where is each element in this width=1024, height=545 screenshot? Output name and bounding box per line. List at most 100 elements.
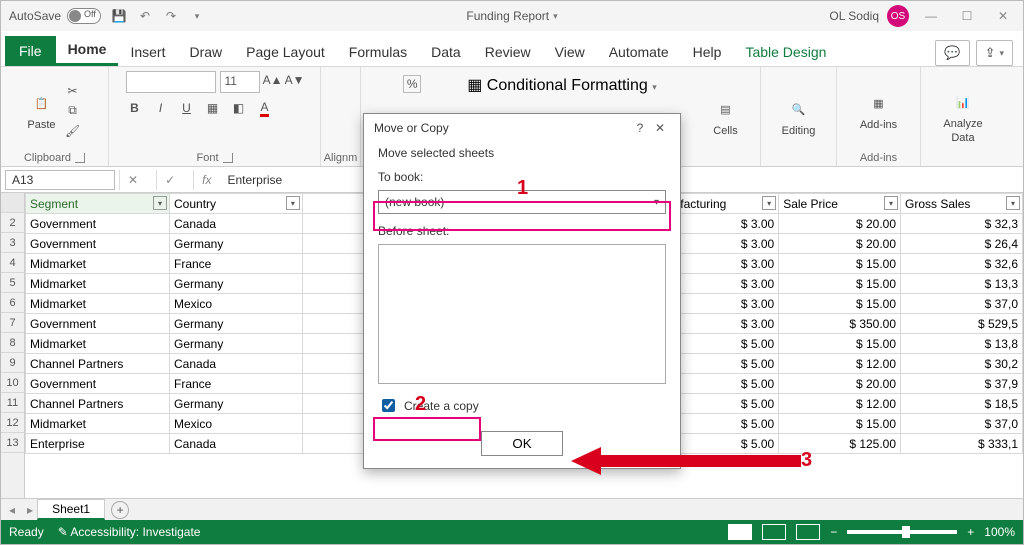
cell[interactable]: Channel Partners [26, 394, 170, 414]
copy-icon[interactable]: ⧉ [64, 102, 82, 120]
cell[interactable]: $ 18,5 [901, 394, 1023, 414]
tab-file[interactable]: File [5, 36, 56, 66]
filter-icon[interactable]: ▾ [762, 196, 776, 210]
share-button[interactable]: ⇪ ▾ [976, 40, 1013, 66]
increase-font-icon[interactable]: A▲ [264, 71, 282, 89]
cell[interactable]: Channel Partners [26, 354, 170, 374]
save-icon[interactable]: 💾 [111, 8, 127, 24]
paste-button[interactable]: 📋 Paste [27, 91, 55, 131]
sheet-tab[interactable]: Sheet1 [37, 499, 105, 520]
row-header[interactable]: 4 [1, 253, 24, 273]
toggle-switch[interactable]: Off [67, 8, 101, 24]
cell[interactable]: $ 12.00 [779, 394, 901, 414]
dialog-help-icon[interactable]: ? [630, 121, 650, 135]
tab-draw[interactable]: Draw [177, 38, 234, 66]
cell[interactable]: $ 32,6 [901, 254, 1023, 274]
create-copy-input[interactable] [382, 399, 395, 412]
user-avatar[interactable]: OS [887, 5, 909, 27]
to-book-select[interactable]: (new book) ▾ [378, 190, 666, 214]
view-layout-icon[interactable] [762, 524, 786, 540]
maximize-icon[interactable]: ☐ [953, 5, 981, 27]
row-header[interactable]: 3 [1, 233, 24, 253]
font-name-select[interactable] [126, 71, 216, 93]
undo-icon[interactable]: ↶ [137, 8, 153, 24]
view-break-icon[interactable] [796, 524, 820, 540]
cell[interactable] [302, 414, 368, 434]
row-header[interactable]: 7 [1, 313, 24, 333]
cell[interactable] [302, 274, 368, 294]
filter-icon[interactable]: ▾ [286, 196, 300, 210]
font-size-select[interactable]: 11 [220, 71, 260, 93]
cell[interactable]: $ 20.00 [779, 374, 901, 394]
filter-icon[interactable]: ▾ [1006, 196, 1020, 210]
cell[interactable]: Canada [170, 354, 303, 374]
cell[interactable]: Germany [170, 314, 303, 334]
cell[interactable] [302, 334, 368, 354]
cell[interactable]: $ 37,0 [901, 294, 1023, 314]
tab-data[interactable]: Data [419, 38, 473, 66]
border-icon[interactable]: ▦ [204, 99, 222, 117]
cut-icon[interactable]: ✂ [64, 82, 82, 100]
cell[interactable] [302, 434, 368, 454]
filter-icon[interactable]: ▾ [153, 196, 167, 210]
close-icon[interactable]: ✕ [989, 5, 1017, 27]
cell[interactable]: $ 20.00 [779, 234, 901, 254]
row-header[interactable]: 12 [1, 413, 24, 433]
cell[interactable]: $ 15.00 [779, 254, 901, 274]
column-header[interactable]: Sale Price▾ [779, 194, 901, 214]
cell[interactable]: Enterprise [26, 434, 170, 454]
row-header[interactable]: 6 [1, 293, 24, 313]
cell[interactable]: $ 26,4 [901, 234, 1023, 254]
add-sheet-button[interactable]: + [111, 501, 129, 519]
cell[interactable]: Canada [170, 214, 303, 234]
cell[interactable] [302, 354, 368, 374]
tab-help[interactable]: Help [681, 38, 734, 66]
decrease-font-icon[interactable]: A▼ [286, 71, 304, 89]
name-box[interactable]: A13 [5, 170, 115, 190]
ok-button[interactable]: OK [481, 431, 562, 456]
cell[interactable]: $ 350.00 [779, 314, 901, 334]
cell[interactable]: Canada [170, 434, 303, 454]
before-sheet-list[interactable] [378, 244, 666, 384]
cell[interactable]: Mexico [170, 414, 303, 434]
font-launcher-icon[interactable] [223, 153, 233, 163]
underline-icon[interactable]: U [178, 99, 196, 117]
cancel-fx-icon[interactable]: ✕ [119, 170, 146, 190]
redo-icon[interactable]: ↷ [163, 8, 179, 24]
zoom-out-icon[interactable]: − [830, 525, 837, 539]
cell[interactable]: Government [26, 314, 170, 334]
minimize-icon[interactable]: — [917, 5, 945, 27]
tab-view[interactable]: View [543, 38, 597, 66]
tab-review[interactable]: Review [473, 38, 543, 66]
cell[interactable]: $ 12.00 [779, 354, 901, 374]
enter-fx-icon[interactable]: ✓ [156, 170, 183, 190]
italic-icon[interactable]: I [152, 99, 170, 117]
cell[interactable]: $ 13,3 [901, 274, 1023, 294]
tab-insert[interactable]: Insert [118, 38, 177, 66]
tab-formulas[interactable]: Formulas [337, 38, 419, 66]
cell[interactable]: $ 30,2 [901, 354, 1023, 374]
cell[interactable]: Midmarket [26, 254, 170, 274]
cell[interactable]: $ 15.00 [779, 294, 901, 314]
cell[interactable]: $ 125.00 [779, 434, 901, 454]
cell[interactable]: $ 15.00 [779, 274, 901, 294]
bold-icon[interactable]: B [126, 99, 144, 117]
create-copy-checkbox[interactable]: Create a copy [378, 396, 666, 415]
fx-icon[interactable]: fx [193, 170, 219, 190]
cell[interactable]: $ 15.00 [779, 334, 901, 354]
percent-icon[interactable]: % [403, 75, 421, 93]
conditional-formatting-button[interactable]: ▦ Conditional Formatting ▾ [467, 75, 657, 95]
row-header[interactable]: 13 [1, 433, 24, 453]
cell[interactable]: Germany [170, 394, 303, 414]
cell[interactable]: $ 20.00 [779, 214, 901, 234]
cell[interactable]: Germany [170, 334, 303, 354]
sheet-nav-prev-icon[interactable]: ◂ [1, 503, 23, 517]
column-header[interactable]: Segment▾ [26, 194, 170, 214]
analyze-data-button[interactable]: 📊AnalyzeData [943, 90, 982, 144]
title-dropdown-icon[interactable]: ▾ [553, 11, 558, 22]
cell[interactable]: $ 37,9 [901, 374, 1023, 394]
cells-button[interactable]: ▤Cells [713, 97, 739, 137]
cell[interactable]: $ 32,3 [901, 214, 1023, 234]
document-title[interactable]: Funding Report [466, 9, 549, 23]
tab-page-layout[interactable]: Page Layout [234, 38, 337, 66]
